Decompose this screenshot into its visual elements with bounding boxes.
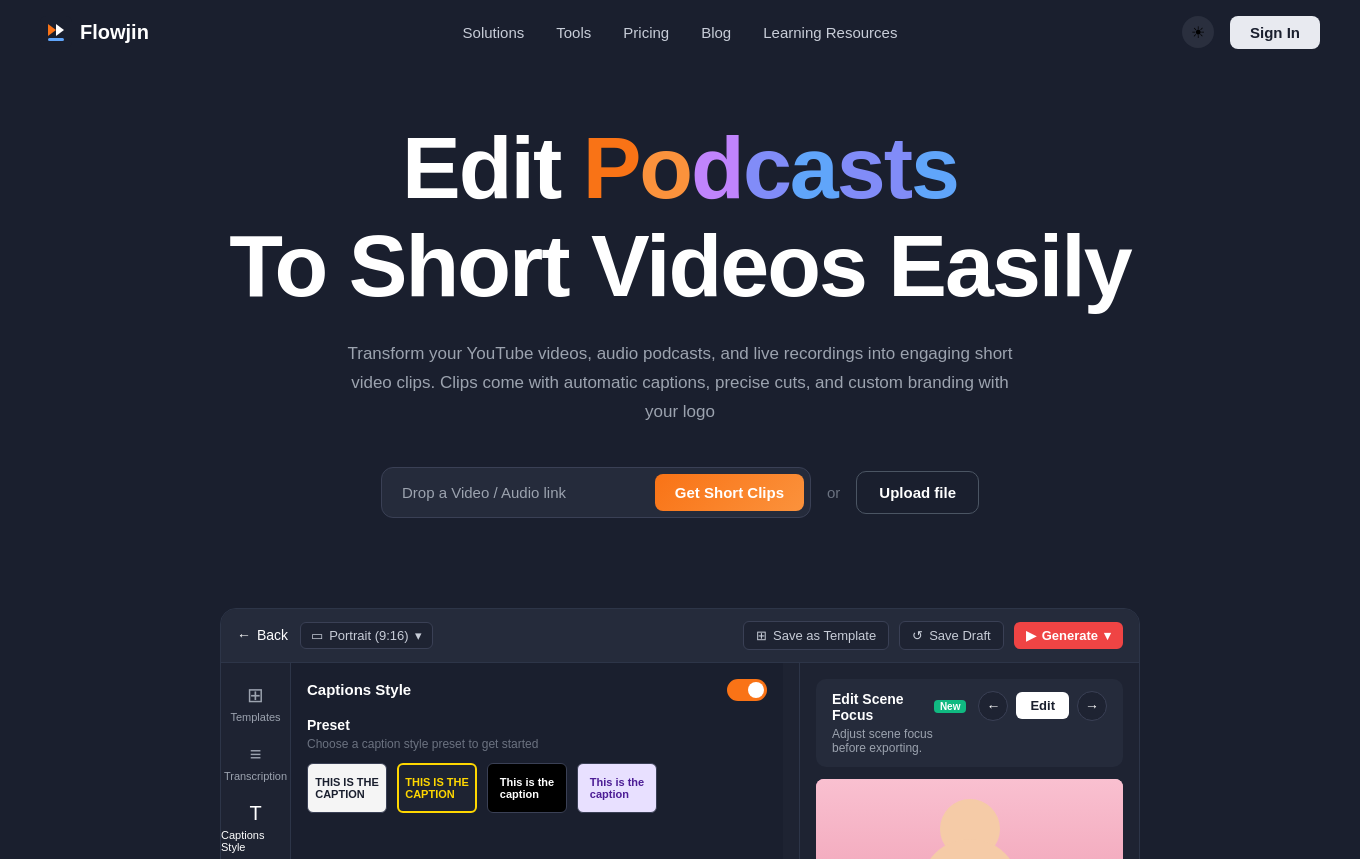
sidebar-item-transcription[interactable]: ≡ Transcription	[221, 735, 290, 790]
back-arrow-icon: ←	[237, 627, 251, 643]
back-label: Back	[257, 627, 288, 643]
svg-rect-1	[48, 38, 64, 41]
captions-style-title: Captions Style	[307, 681, 411, 698]
editor-main: Captions Style Preset Choose a caption s…	[291, 663, 783, 859]
templates-icon: ⊞	[247, 683, 264, 707]
video-thumbnail	[816, 779, 1123, 859]
save-template-button[interactable]: ⊞ Save as Template	[743, 621, 889, 650]
nav-pricing[interactable]: Pricing	[623, 24, 669, 41]
template-icon: ⊞	[756, 628, 767, 643]
person-silhouette	[816, 779, 1123, 859]
caption-preset-purple[interactable]: This is thecaption	[577, 763, 657, 813]
scene-focus-info: Edit Scene Focus New Adjust scene focus …	[832, 691, 966, 755]
hero-title-line1: Edit Podcasts	[20, 124, 1340, 212]
url-input-box: Get Short Clips	[381, 467, 811, 518]
caption-preset-white-black[interactable]: This is thecaption	[487, 763, 567, 813]
portrait-selector[interactable]: ▭ Portrait (9:16) ▾	[300, 622, 432, 649]
save-draft-label: Save Draft	[929, 628, 990, 643]
hero-section: Edit Podcasts To Short Videos Easily Tra…	[0, 64, 1360, 558]
scene-edit-button[interactable]: Edit	[1016, 692, 1069, 719]
captions-style-icon: T	[249, 802, 261, 825]
scene-focus-title: Edit Scene Focus	[832, 691, 924, 723]
theme-toggle-button[interactable]: ☀	[1182, 16, 1214, 48]
or-separator: or	[827, 484, 840, 501]
nav-right: ☀ Sign In	[1182, 16, 1320, 49]
nav-solutions[interactable]: Solutions	[463, 24, 525, 41]
preset-title: Preset	[307, 717, 767, 733]
scene-nav: ← Edit →	[978, 691, 1107, 721]
preview-section: ← Back ▭ Portrait (9:16) ▾ ⊞ Save as Tem…	[200, 608, 1160, 859]
hero-t: t	[884, 118, 911, 217]
hero-s2: s	[911, 118, 958, 217]
scene-next-button[interactable]: →	[1077, 691, 1107, 721]
hero-a: a	[790, 118, 837, 217]
preset-subtitle: Choose a caption style preset to get sta…	[307, 737, 767, 751]
preview-window: ← Back ▭ Portrait (9:16) ▾ ⊞ Save as Tem…	[220, 608, 1140, 859]
scene-prev-button[interactable]: ←	[978, 691, 1008, 721]
scene-focus-panel: Edit Scene Focus New Adjust scene focus …	[799, 663, 1139, 859]
captions-toggle[interactable]	[727, 679, 767, 701]
captions-header: Captions Style	[307, 679, 767, 701]
hero-subtitle: Transform your YouTube videos, audio pod…	[340, 340, 1020, 427]
nav-tools[interactable]: Tools	[556, 24, 591, 41]
input-row: Get Short Clips or Upload file	[20, 467, 1340, 518]
hero-d: d	[691, 118, 743, 217]
hero-c: c	[743, 118, 790, 217]
caption-presets-list: THIS IS THECAPTION THIS IS THECAPTION Th…	[307, 763, 767, 813]
hero-title-line2: To Short Videos Easily	[20, 222, 1340, 310]
scene-focus-description: Adjust scene focus before exporting.	[832, 727, 966, 755]
get-short-clips-button[interactable]: Get Short Clips	[655, 474, 804, 511]
generate-icon: ▶	[1026, 628, 1036, 643]
sidebar-item-captions-style[interactable]: T Captions Style	[221, 794, 290, 859]
nav-links: Solutions Tools Pricing Blog Learning Re…	[463, 24, 898, 41]
generate-button[interactable]: ▶ Generate ▾	[1014, 622, 1123, 649]
editor-sidebar: ⊞ Templates ≡ Transcription T Captions S…	[221, 663, 291, 859]
scene-focus-new-badge: New	[934, 700, 967, 713]
topbar-left: ← Back ▭ Portrait (9:16) ▾	[237, 622, 433, 649]
transcription-icon: ≡	[250, 743, 262, 766]
signin-button[interactable]: Sign In	[1230, 16, 1320, 49]
save-draft-button[interactable]: ↺ Save Draft	[899, 621, 1003, 650]
hero-edit-word: Edit	[402, 118, 583, 217]
draft-icon: ↺	[912, 628, 923, 643]
logo-text: Flowjin	[80, 21, 149, 44]
back-button[interactable]: ← Back	[237, 627, 288, 643]
sidebar-templates-label: Templates	[230, 711, 280, 723]
editor-topbar: ← Back ▭ Portrait (9:16) ▾ ⊞ Save as Tem…	[221, 609, 1139, 663]
caption-preset-yellow[interactable]: THIS IS THECAPTION	[397, 763, 477, 813]
logo-icon	[40, 16, 72, 48]
person-body	[920, 839, 1020, 859]
upload-file-button[interactable]: Upload file	[856, 471, 979, 514]
topbar-right: ⊞ Save as Template ↺ Save Draft ▶ Genera…	[743, 621, 1123, 650]
logo[interactable]: Flowjin	[40, 16, 149, 48]
generate-chevron-icon: ▾	[1104, 628, 1111, 643]
hero-p: P	[583, 118, 640, 217]
save-template-label: Save as Template	[773, 628, 876, 643]
editor-body: ⊞ Templates ≡ Transcription T Captions S…	[221, 663, 1139, 859]
portrait-label: Portrait (9:16)	[329, 628, 408, 643]
sidebar-item-templates[interactable]: ⊞ Templates	[221, 675, 290, 731]
scene-focus-header: Edit Scene Focus New Adjust scene focus …	[816, 679, 1123, 767]
hero-o: o	[639, 118, 691, 217]
sidebar-captions-label: Captions Style	[221, 829, 290, 853]
portrait-icon: ▭	[311, 628, 323, 643]
navbar: Flowjin Solutions Tools Pricing Blog Lea…	[0, 0, 1360, 64]
preset-section: Preset Choose a caption style preset to …	[307, 717, 767, 813]
caption-preset-plain[interactable]: THIS IS THECAPTION	[307, 763, 387, 813]
url-input[interactable]	[402, 484, 645, 501]
sidebar-transcription-label: Transcription	[224, 770, 287, 782]
nav-learning-resources[interactable]: Learning Resources	[763, 24, 897, 41]
generate-label: Generate	[1042, 628, 1098, 643]
nav-blog[interactable]: Blog	[701, 24, 731, 41]
scene-focus-title-row: Edit Scene Focus New	[832, 691, 966, 723]
hero-s1: s	[837, 118, 884, 217]
portrait-chevron-icon: ▾	[415, 628, 422, 643]
